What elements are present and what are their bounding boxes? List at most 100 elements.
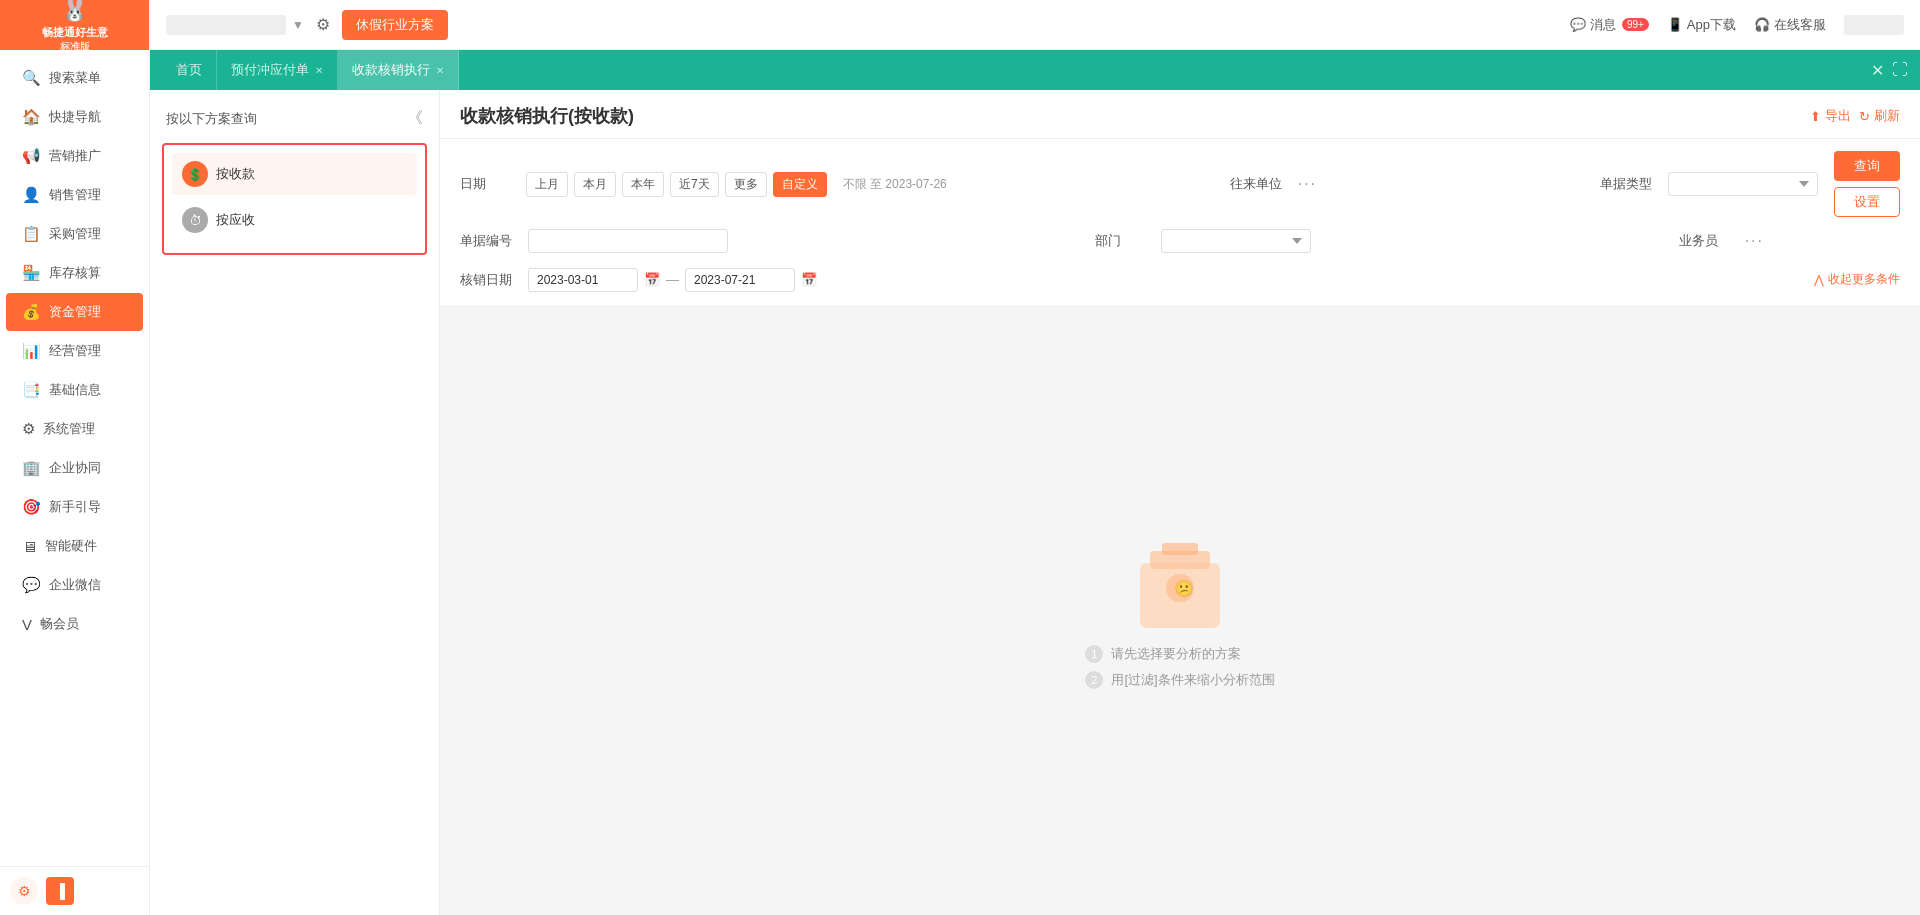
industry-solution-button[interactable]: 休假行业方案 (342, 10, 448, 40)
sidebar-item-basic[interactable]: 📑基础信息 (6, 371, 143, 409)
topbar: ▼ ⚙ 休假行业方案 💬 消息 99+ 📱 App下载 🎧 在线客服 (150, 0, 1920, 50)
export-button[interactable]: ⬆ 导出 (1810, 107, 1851, 125)
sidebar-item-shortcut-label: 快捷导航 (49, 108, 101, 126)
by-payable-icon: ⏱ (182, 207, 208, 233)
page-title: 收款核销执行(按收款) (460, 104, 634, 128)
sidebar-item-marketing[interactable]: 📢营销推广 (6, 137, 143, 175)
inventory-icon: 🏪 (22, 264, 41, 282)
verify-date-start-calendar-icon[interactable]: 📅 (644, 272, 660, 287)
hint-text-2: 用[过滤]条件来缩小分析范围 (1111, 671, 1274, 689)
message-label: 消息 (1590, 16, 1616, 34)
topbar-right: 💬 消息 99+ 📱 App下载 🎧 在线客服 (1570, 15, 1904, 35)
by-payable-label: 按应收 (216, 211, 255, 229)
hint-num-1: 1 (1085, 645, 1103, 663)
sidebar-item-inventory[interactable]: 🏪 库存核算 (6, 254, 143, 292)
sidebar-item-basic-label: 基础信息 (49, 381, 101, 399)
verify-date-end-calendar-icon[interactable]: 📅 (801, 272, 817, 287)
dept-select[interactable] (1161, 229, 1311, 253)
date-more-button[interactable]: 更多 (725, 172, 767, 197)
date-last7days-button[interactable]: 近7天 (670, 172, 719, 197)
sidebar-item-enterprise[interactable]: 🏢企业协同 (6, 449, 143, 487)
sidebar-item-operation[interactable]: 📊经营管理 (6, 332, 143, 370)
sidebar-item-inventory-label: 库存核算 (49, 264, 101, 282)
member-icon: V (22, 616, 32, 633)
left-panel-header: 按以下方案查询 《 (162, 102, 427, 135)
topbar-gear-icon[interactable]: ⚙ (316, 15, 330, 34)
purchase-icon: 📋 (22, 225, 41, 243)
tab-home[interactable]: 首页 (162, 50, 217, 90)
sidebar-nav: 🔍搜索菜单🏠快捷导航📢营销推广👤销售管理📋采购管理 🏪 库存核算 💰资金管理📊经营管理… (0, 50, 149, 866)
tab-home-label: 首页 (176, 61, 202, 79)
page-body: 按以下方案查询 《 💲 按收款 ⏱ 按应收 收款核销执行(按收款) (150, 90, 1920, 915)
sidebar-bottom: ⚙ ▐ (0, 866, 149, 915)
date-last-month-button[interactable]: 上月 (526, 172, 568, 197)
right-content: 收款核销执行(按收款) ⬆ 导出 ↻ 刷新 日期 上 (440, 90, 1920, 915)
verify-date-range: 📅 — 📅 (528, 268, 817, 292)
app-logo: 🐰 畅捷通好生意 标准版 (0, 0, 149, 50)
sidebar-item-hardware[interactable]: 🖥智能硬件 (6, 527, 143, 565)
company-dropdown-icon[interactable]: ▼ (292, 18, 304, 32)
sidebar-item-system-label: 系统管理 (43, 420, 95, 438)
filter-row-date: 日期 上月 本月 本年 近7天 更多 自定义 不限 至 2023-07-26 往… (460, 151, 1900, 217)
date-this-year-button[interactable]: 本年 (622, 172, 664, 197)
by-receipt-icon: 💲 (182, 161, 208, 187)
tab-prepay-close-icon[interactable]: ✕ (315, 65, 323, 76)
hardware-icon: 🖥 (22, 538, 37, 555)
filter-option-by-payable[interactable]: ⏱ 按应收 (172, 199, 417, 241)
sidebar-item-shortcut[interactable]: 🏠快捷导航 (6, 98, 143, 136)
date-custom-button[interactable]: 自定义 (773, 172, 827, 197)
collapse-more-conditions-button[interactable]: ⋀ 收起更多条件 (1814, 265, 1900, 294)
sidebar-item-finance[interactable]: 💰资金管理 (6, 293, 143, 331)
sidebar-item-wechat-label: 企业微信 (49, 576, 101, 594)
svg-rect-2 (1162, 543, 1198, 555)
left-panel-collapse-button[interactable]: 《 (407, 108, 423, 129)
verify-date-end-input[interactable] (685, 268, 795, 292)
sidebar-item-search[interactable]: 🔍搜索菜单 (6, 59, 143, 97)
sidebar-item-guide[interactable]: 🎯新手引导 (6, 488, 143, 526)
page-title-actions: ⬆ 导出 ↻ 刷新 (1810, 107, 1900, 125)
tab-prepay[interactable]: 预付冲应付单 ✕ (217, 50, 338, 90)
sidebar-item-sales[interactable]: 👤销售管理 (6, 176, 143, 214)
date-range-separator: — (666, 272, 679, 287)
filter-area: 日期 上月 本月 本年 近7天 更多 自定义 不限 至 2023-07-26 往… (440, 139, 1920, 307)
staff-filter-label: 业务员 (1679, 232, 1729, 250)
app-download-button[interactable]: 📱 App下载 (1667, 16, 1736, 34)
verify-date-start-input[interactable] (528, 268, 638, 292)
doc-num-input[interactable] (528, 229, 728, 253)
user-info-blurred[interactable] (1844, 15, 1904, 35)
date-this-month-button[interactable]: 本月 (574, 172, 616, 197)
hint-num-2: 2 (1085, 671, 1103, 689)
online-service-button[interactable]: 🎧 在线客服 (1754, 16, 1826, 34)
sidebar-item-wechat[interactable]: 💬企业微信 (6, 566, 143, 604)
settings-icon[interactable]: ⚙ (10, 877, 38, 905)
date-quick-buttons: 上月 本月 本年 近7天 更多 自定义 (526, 172, 827, 197)
tab-collection-close-icon[interactable]: ✕ (436, 65, 444, 76)
refresh-button[interactable]: ↻ 刷新 (1859, 107, 1900, 125)
tab-collection[interactable]: 收款核销执行 ✕ (338, 50, 459, 90)
by-receipt-label: 按收款 (216, 165, 255, 183)
filter-option-by-receipt[interactable]: 💲 按收款 (172, 153, 417, 195)
sidebar: 🐰 畅捷通好生意 标准版 🔍搜索菜单🏠快捷导航📢营销推广👤销售管理📋采购管理 🏪 库… (0, 0, 150, 915)
verify-date-filter-label: 核销日期 (460, 271, 512, 289)
sidebar-item-purchase[interactable]: 📋采购管理 (6, 215, 143, 253)
message-button[interactable]: 💬 消息 99+ (1570, 16, 1649, 34)
sales-icon: 👤 (22, 186, 41, 204)
expand-window-icon[interactable]: ⛶ (1892, 61, 1908, 79)
sidebar-item-guide-label: 新手引导 (49, 498, 101, 516)
finance-icon: 💰 (22, 303, 41, 321)
sidebar-item-system[interactable]: ⚙系统管理 (6, 410, 143, 448)
sidebar-item-member[interactable]: V畅会员 (6, 605, 143, 643)
collapse-sidebar-button[interactable]: ▐ (46, 877, 74, 905)
empty-svg-illustration: 😕 (1120, 533, 1240, 633)
counterpart-select-button[interactable]: ··· (1298, 175, 1317, 193)
filter-row-verify-date: 核销日期 📅 — 📅 ⋀ 收起更多条件 (460, 265, 1900, 294)
search-icon: 🔍 (22, 69, 41, 87)
query-button[interactable]: 查询 (1834, 151, 1900, 181)
setting-button[interactable]: 设置 (1834, 187, 1900, 217)
doc-type-select[interactable] (1668, 172, 1818, 196)
staff-select-button[interactable]: ··· (1745, 232, 1764, 250)
empty-illustration: 😕 (1120, 533, 1240, 633)
refresh-label: 刷新 (1874, 107, 1900, 125)
close-window-icon[interactable]: ✕ (1871, 61, 1884, 80)
tab-prepay-label: 预付冲应付单 (231, 61, 309, 79)
